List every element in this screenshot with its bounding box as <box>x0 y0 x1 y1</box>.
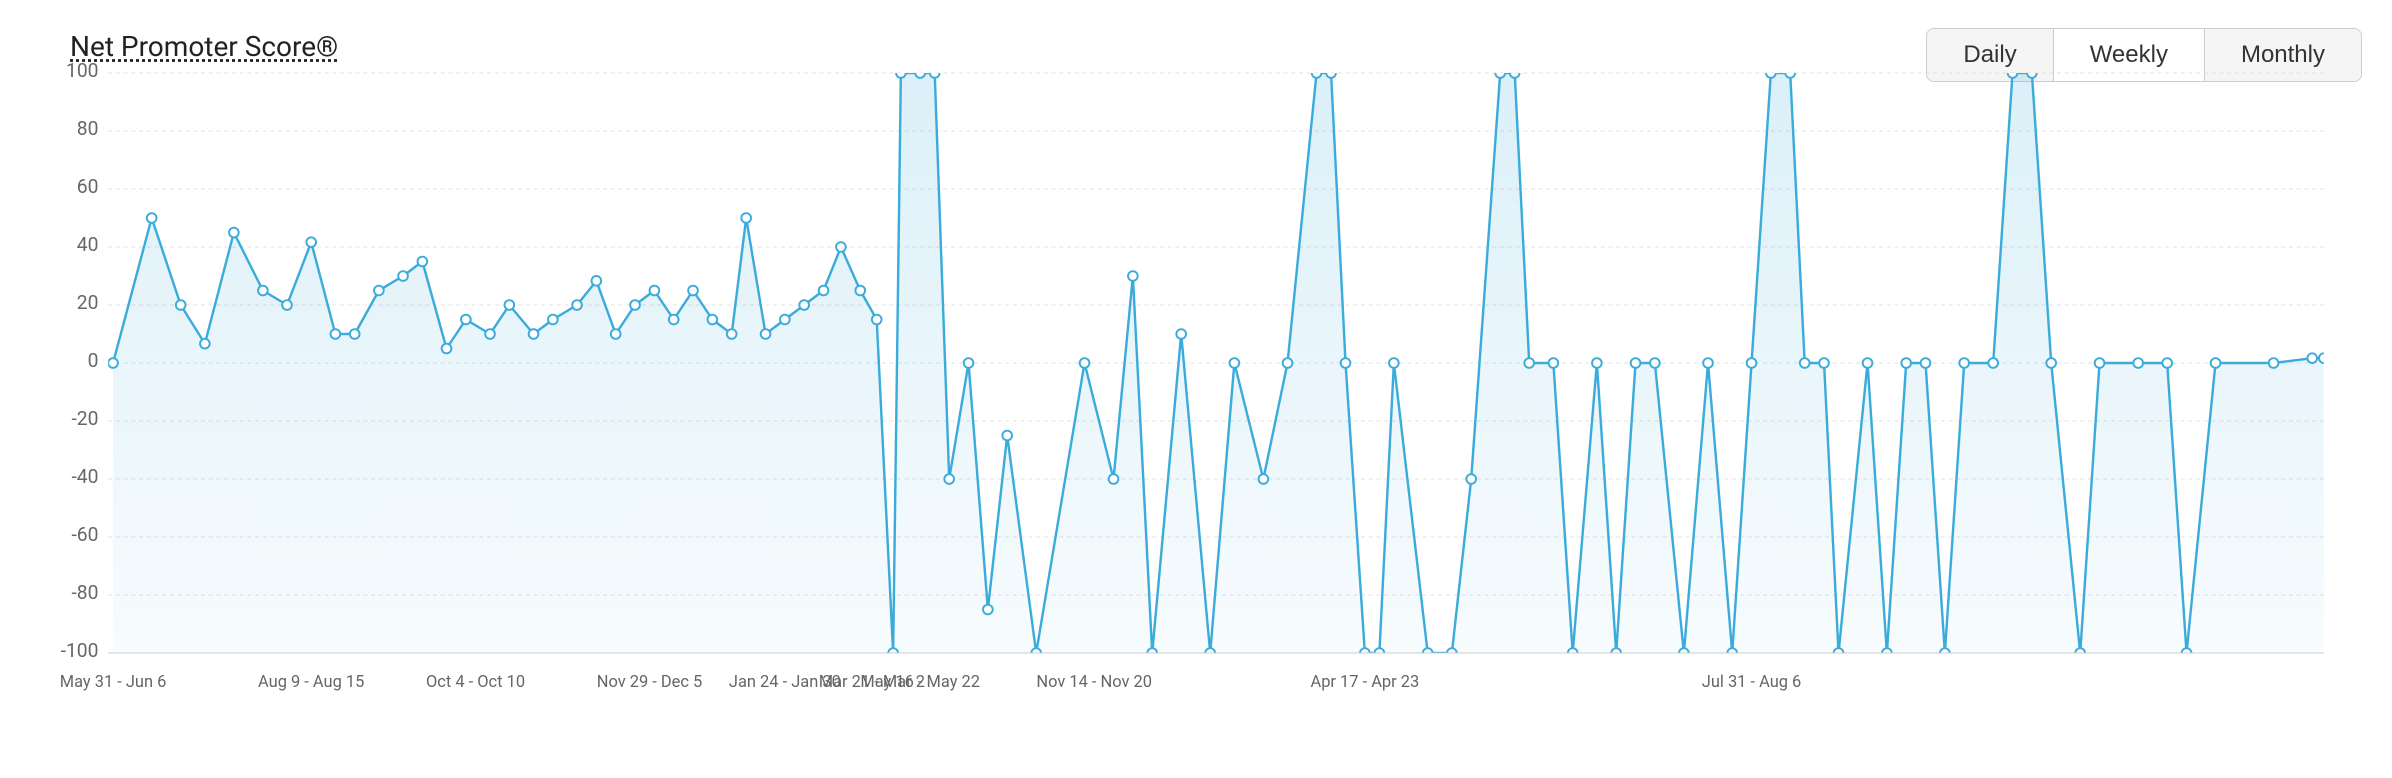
svg-text:0: 0 <box>88 349 99 372</box>
svg-text:-80: -80 <box>71 581 98 604</box>
svg-text:-100: -100 <box>61 639 99 662</box>
svg-text:20: 20 <box>77 291 99 314</box>
svg-text:May 16 - May 22: May 16 - May 22 <box>860 673 980 692</box>
svg-text:60: 60 <box>77 175 99 198</box>
svg-text:Oct 4 - Oct 10: Oct 4 - Oct 10 <box>426 673 525 692</box>
svg-text:-20: -20 <box>71 407 98 430</box>
svg-text:Aug 9 - Aug 15: Aug 9 - Aug 15 <box>258 673 364 692</box>
svg-text:40: 40 <box>77 233 99 256</box>
svg-text:Apr 17 - Apr 23: Apr 17 - Apr 23 <box>1310 673 1419 692</box>
svg-text:80: 80 <box>77 117 99 140</box>
svg-text:-60: -60 <box>71 523 98 546</box>
chart-area: 100 80 60 40 20 0 -20 -40 -60 -80 -100 <box>70 73 2362 711</box>
svg-text:Jul 31 - Aug 6: Jul 31 - Aug 6 <box>1702 673 1802 692</box>
svg-text:Nov 29 - Dec 5: Nov 29 - Dec 5 <box>597 673 703 692</box>
svg-text:100: 100 <box>66 59 99 82</box>
svg-text:-40: -40 <box>71 465 98 488</box>
chart-container: Net Promoter Score® Daily Weekly Monthly <box>0 0 2392 778</box>
svg-text:Nov 14 - Nov 20: Nov 14 - Nov 20 <box>1036 673 1152 692</box>
svg-text:May 31 - Jun 6: May 31 - Jun 6 <box>60 673 167 692</box>
chart-svg: 100 80 60 40 20 0 -20 -40 -60 -80 -100 <box>70 73 2362 711</box>
